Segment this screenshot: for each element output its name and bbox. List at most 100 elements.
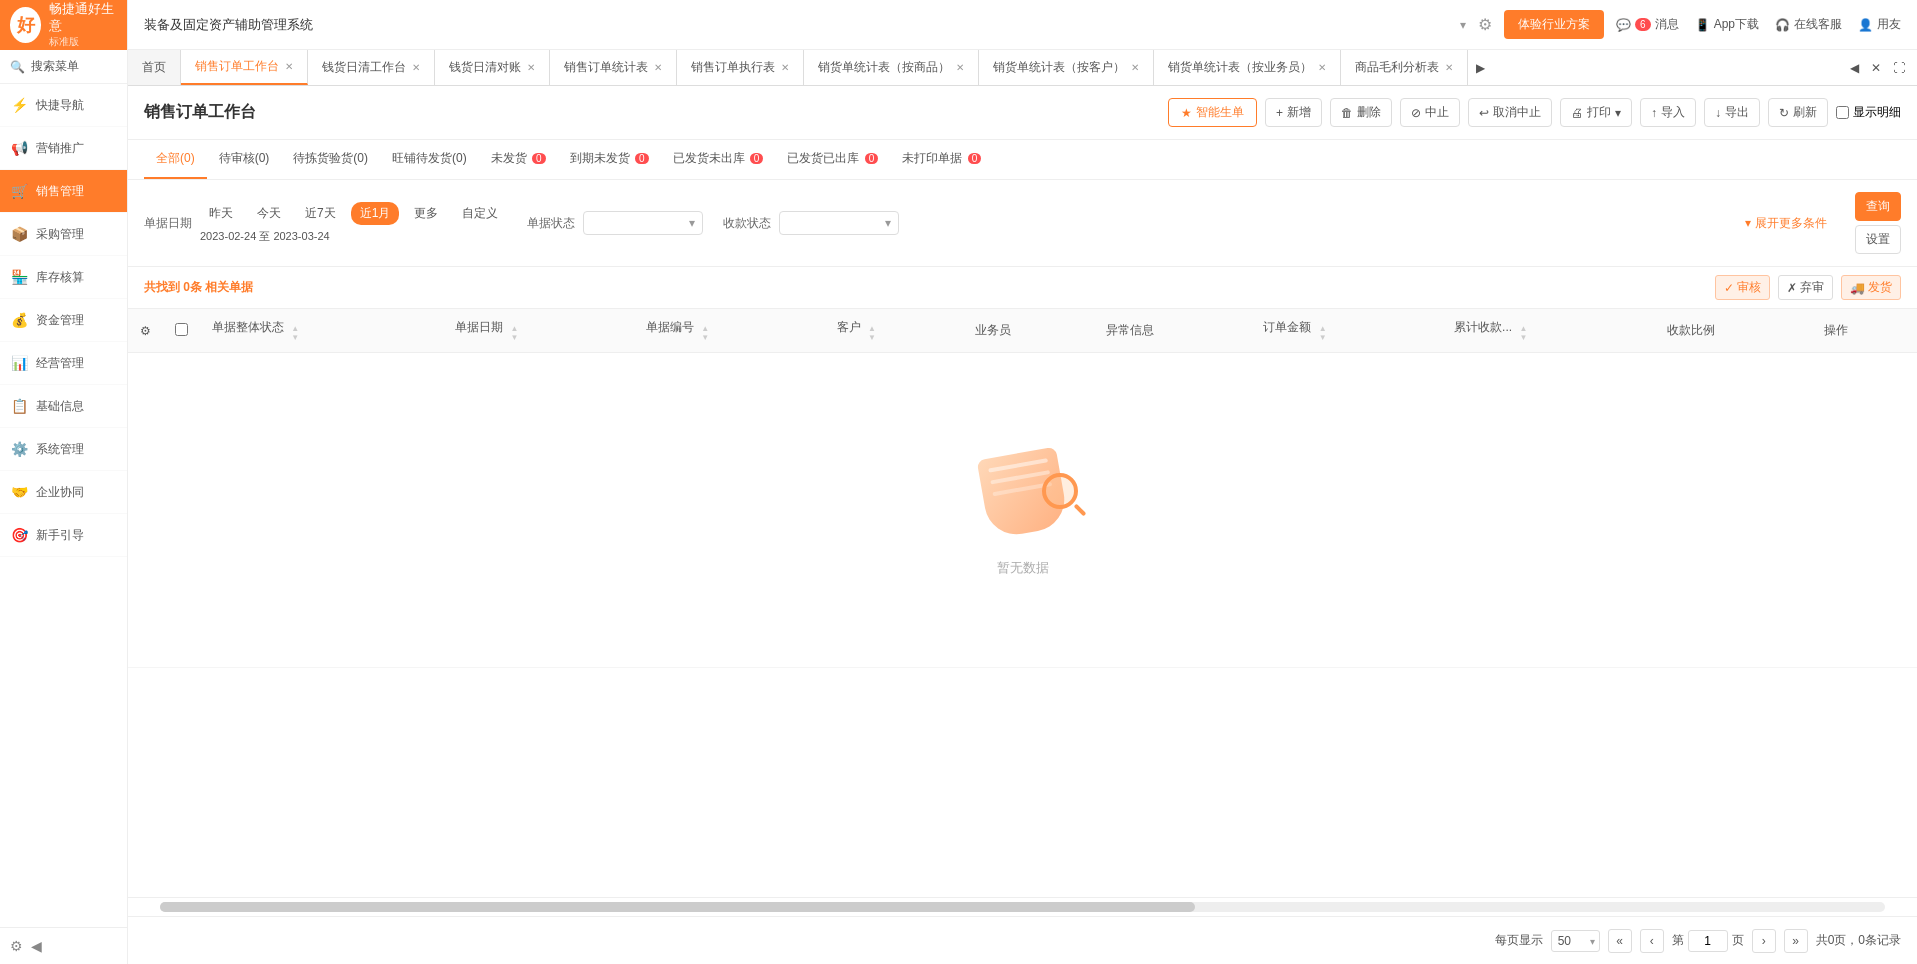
tab-cash-reconcile[interactable]: 钱货日清对账 ✕	[435, 50, 550, 85]
online-service-action[interactable]: 🎧 在线客服	[1775, 16, 1842, 33]
tab-close-cash-reconcile[interactable]: ✕	[527, 62, 535, 73]
tab-expand-btn[interactable]: ⛶	[1889, 59, 1909, 77]
import-button[interactable]: ↑ 导入	[1640, 98, 1696, 127]
date-sort[interactable]: ▲▼	[511, 325, 519, 342]
select-all-checkbox[interactable]	[175, 323, 188, 336]
tab-sales-by-customer[interactable]: 销货单统计表（按客户） ✕	[979, 50, 1154, 85]
subtab-not-shipped[interactable]: 未发货 0	[479, 140, 558, 179]
tab-close-cash-daily[interactable]: ✕	[412, 62, 420, 73]
topbar-settings-icon[interactable]: ⚙	[1478, 15, 1492, 34]
cancel-stop-button[interactable]: ↩ 取消中止	[1468, 98, 1552, 127]
th-checkbox[interactable]	[163, 309, 200, 353]
sidebar-item-inventory[interactable]: 🏪 库存核算	[0, 256, 127, 299]
page-number-input[interactable]	[1688, 930, 1728, 952]
first-page-btn[interactable]: «	[1608, 929, 1632, 953]
sidebar-item-enterprise[interactable]: 🤝 企业协同	[0, 471, 127, 514]
collapse-icon[interactable]: ◀	[31, 938, 42, 954]
tab-sales-exec[interactable]: 销售订单执行表 ✕	[677, 50, 804, 85]
tab-close-sales-workbench[interactable]: ✕	[285, 61, 293, 72]
logo-subtitle: 标准版	[49, 35, 117, 49]
sidebar-item-guide[interactable]: 🎯 新手引导	[0, 514, 127, 557]
payment-select[interactable]	[779, 211, 899, 235]
export-button[interactable]: ↓ 导出	[1704, 98, 1760, 127]
tab-home[interactable]: 首页	[128, 50, 181, 85]
tab-close-sales-by-customer[interactable]: ✕	[1131, 62, 1139, 73]
collected-sort[interactable]: ▲▼	[1519, 325, 1527, 342]
sidebar-item-basic-info[interactable]: 📋 基础信息	[0, 385, 127, 428]
subtab-pending-review[interactable]: 待审核(0)	[207, 140, 282, 179]
user-area[interactable]: 👤 用友	[1858, 16, 1901, 33]
date-btn-yesterday[interactable]: 昨天	[200, 202, 242, 225]
status-sort[interactable]: ▲▼	[291, 325, 299, 342]
th-settings[interactable]: ⚙	[128, 309, 163, 353]
tab-close-sales-stats[interactable]: ✕	[654, 62, 662, 73]
sidebar-item-system[interactable]: ⚙️ 系统管理	[0, 428, 127, 471]
ship-label: 发货	[1868, 279, 1892, 296]
sidebar-item-purchase[interactable]: 📦 采购管理	[0, 213, 127, 256]
subtab-wangpu-shipping[interactable]: 旺铺待发货(0)	[380, 140, 479, 179]
message-action[interactable]: 💬 6 消息	[1616, 16, 1679, 33]
last-page-btn[interactable]: »	[1784, 929, 1808, 953]
tab-close-sales-by-staff[interactable]: ✕	[1318, 62, 1326, 73]
subtab-not-printed[interactable]: 未打印单据 0	[890, 140, 993, 179]
sidebar-item-operations[interactable]: 📊 经营管理	[0, 342, 127, 385]
tab-sales-stats[interactable]: 销售订单统计表 ✕	[550, 50, 677, 85]
settings-filter-button[interactable]: 设置	[1855, 225, 1901, 254]
date-btn-1month[interactable]: 近1月	[351, 202, 400, 225]
customer-sort[interactable]: ▲▼	[868, 325, 876, 342]
tab-prev-btn[interactable]: ◀	[1846, 59, 1863, 77]
add-button[interactable]: + 新增	[1265, 98, 1322, 127]
tab-close-sales-by-product[interactable]: ✕	[956, 62, 964, 73]
sidebar-item-marketing[interactable]: 📢 营销推广	[0, 127, 127, 170]
tab-sales-by-staff[interactable]: 销货单统计表（按业务员） ✕	[1154, 50, 1341, 85]
tab-sales-workbench[interactable]: 销售订单工作台 ✕	[181, 50, 308, 85]
refresh-button[interactable]: ↻ 刷新	[1768, 98, 1828, 127]
date-btn-custom[interactable]: 自定义	[453, 202, 507, 225]
tab-gross-margin[interactable]: 商品毛利分析表 ✕	[1341, 50, 1468, 85]
tab-close-gross-margin[interactable]: ✕	[1445, 62, 1453, 73]
smart-create-label: 智能生单	[1196, 104, 1244, 121]
print-button[interactable]: 🖨 打印 ▾	[1560, 98, 1632, 127]
filter-expand-btn[interactable]: ▾ 展开更多条件	[1745, 215, 1827, 232]
smart-create-button[interactable]: ★ 智能生单	[1168, 98, 1257, 127]
subtab-pending-inspection[interactable]: 待拣货验货(0)	[281, 140, 380, 179]
ship-button[interactable]: 🚚 发货	[1841, 275, 1901, 300]
sidebar-item-quick-nav[interactable]: ⚡ 快捷导航	[0, 84, 127, 127]
settings-bottom-icon[interactable]: ⚙	[10, 938, 23, 954]
date-btn-today[interactable]: 今天	[248, 202, 290, 225]
tab-cash-daily[interactable]: 钱货日清工作台 ✕	[308, 50, 435, 85]
app-download-action[interactable]: 📱 App下载	[1695, 16, 1759, 33]
review-button[interactable]: ✓ 审核	[1715, 275, 1770, 300]
subtab-shipped-out[interactable]: 已发货已出库 0	[775, 140, 890, 179]
scroll-track[interactable]	[160, 902, 1885, 912]
status-select[interactable]	[583, 211, 703, 235]
page-size-select[interactable]: 10 20 50 100	[1551, 930, 1600, 952]
tab-next-btn[interactable]: ✕	[1867, 59, 1885, 77]
number-sort[interactable]: ▲▼	[701, 325, 709, 342]
subtab-overdue[interactable]: 到期未发货 0	[558, 140, 661, 179]
next-page-btn[interactable]: ›	[1752, 929, 1776, 953]
horizontal-scrollbar[interactable]	[128, 897, 1917, 916]
subtab-all[interactable]: 全部(0)	[144, 140, 207, 179]
stop-button[interactable]: ⊘ 中止	[1400, 98, 1460, 127]
cancel-review-button[interactable]: ✗ 弃审	[1778, 275, 1833, 300]
sidebar-search[interactable]: 🔍 搜索菜单	[0, 50, 127, 84]
sidebar-item-finance[interactable]: 💰 资金管理	[0, 299, 127, 342]
topbar-dropdown-icon[interactable]: ▾	[1460, 18, 1466, 32]
cancel-stop-icon: ↩	[1479, 106, 1489, 120]
subtab-shipped-not-out[interactable]: 已发货未出库 0	[661, 140, 776, 179]
prev-page-btn[interactable]: ‹	[1640, 929, 1664, 953]
sidebar-item-sales[interactable]: 🛒 销售管理	[0, 170, 127, 213]
scroll-thumb[interactable]	[160, 902, 1195, 912]
date-btn-7days[interactable]: 近7天	[296, 202, 345, 225]
tab-close-sales-exec[interactable]: ✕	[781, 62, 789, 73]
delete-button[interactable]: 🗑 删除	[1330, 98, 1392, 127]
tabbar-more[interactable]: ▶	[1468, 61, 1493, 75]
query-button[interactable]: 查询	[1855, 192, 1901, 221]
show-detail-checkbox[interactable]	[1836, 106, 1849, 119]
tab-sales-by-product[interactable]: 销货单统计表（按商品） ✕	[804, 50, 979, 85]
date-btn-more[interactable]: 更多	[405, 202, 447, 225]
show-detail-checkbox-wrap[interactable]: 显示明细	[1836, 104, 1901, 121]
industry-solution-button[interactable]: 体验行业方案	[1504, 10, 1604, 39]
amount-sort[interactable]: ▲▼	[1319, 325, 1327, 342]
